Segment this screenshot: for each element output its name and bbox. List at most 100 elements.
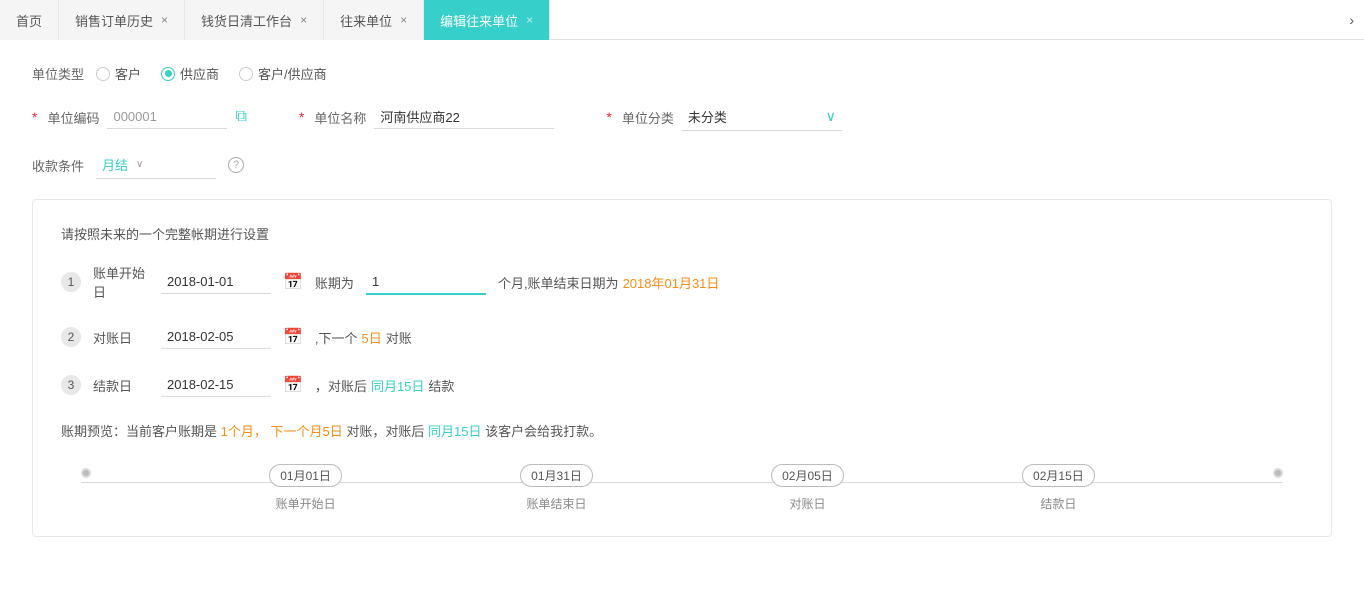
timeline-node-0205: 02月05日 对账日 bbox=[771, 464, 844, 512]
row-label-2: 对账日 bbox=[93, 328, 149, 347]
period-row-3: 3 结款日 📅 ，对账后 同月15日 结款 bbox=[61, 373, 1303, 397]
payment-terms-row: 收款条件 月结 ∨ ? bbox=[32, 151, 1332, 179]
preview-text: 账期预览：当前客户账期是 1个月， 下一个月5日 对账，对账后 同月15日 该客… bbox=[61, 421, 1303, 440]
unit-code-required: * bbox=[32, 109, 37, 125]
timeline-dot-start bbox=[81, 468, 91, 478]
row-label-3: 结款日 bbox=[93, 376, 149, 395]
help-icon[interactable]: ? bbox=[228, 157, 244, 173]
chevron-right-icon: › bbox=[1349, 12, 1354, 28]
timeline-badge-0215: 02月15日 bbox=[1022, 464, 1095, 487]
unit-type-row: 单位类型 客户 供应商 客户/供应商 bbox=[32, 64, 1332, 83]
tab-home[interactable]: 首页 bbox=[0, 0, 59, 40]
preview-end: 该客户会给我打款。 bbox=[485, 424, 602, 439]
preview-reconcile: 下一个月5日 bbox=[271, 424, 343, 439]
timeline-nodes: 01月01日 账单开始日 01月31日 账单结束日 02月05日 对账日 bbox=[81, 464, 1283, 512]
timeline-node-0101: 01月01日 账单开始日 bbox=[269, 464, 342, 512]
period-panel: 请按照未来的一个完整帐期进行设置 1 账单开始日 📅 账期为 个月,账单结束日期… bbox=[32, 199, 1332, 537]
start-date-input[interactable] bbox=[161, 270, 271, 294]
radio-both-label: 客户/供应商 bbox=[258, 64, 327, 83]
radio-supplier[interactable]: 供应商 bbox=[161, 64, 219, 83]
row-1-separator: 账期为 bbox=[315, 273, 354, 292]
tab-more-button[interactable]: › bbox=[1339, 0, 1364, 39]
close-cashflow-icon[interactable]: × bbox=[300, 13, 307, 27]
unit-name-input[interactable] bbox=[374, 105, 554, 129]
unit-category-select[interactable]: 未分类 ∨ bbox=[682, 103, 842, 131]
payment-terms-select[interactable]: 月结 ∨ bbox=[96, 151, 216, 179]
row-1-desc-suffix: 个月,账单结束日期为 2018年01月31日 bbox=[498, 273, 719, 292]
timeline-badge-0131: 01月31日 bbox=[520, 464, 593, 487]
preview-pay: 同月15日 bbox=[428, 424, 481, 439]
payment-day-highlight: 同月15日 bbox=[371, 376, 424, 395]
radio-customer[interactable]: 客户 bbox=[96, 64, 141, 83]
close-edit-partner-icon[interactable]: × bbox=[526, 13, 533, 27]
tab-partner-label: 往来单位 bbox=[340, 11, 392, 30]
tab-home-label: 首页 bbox=[16, 11, 42, 30]
unit-category-value: 未分类 bbox=[688, 107, 727, 126]
row-label-1: 账单开始日 bbox=[93, 263, 149, 301]
reconcile-date-calendar-icon[interactable]: 📅 bbox=[283, 327, 303, 347]
chevron-down-icon: ∨ bbox=[826, 108, 836, 125]
timeline-label-0131: 账单结束日 bbox=[527, 495, 587, 512]
payment-terms-label: 收款条件 bbox=[32, 156, 84, 175]
timeline-start-dot bbox=[81, 468, 91, 478]
unit-info-row: * 单位编码 ⧉ * 单位名称 * 单位分类 未分类 ∨ bbox=[32, 103, 1332, 131]
radio-both[interactable]: 客户/供应商 bbox=[239, 64, 327, 83]
period-row-2: 2 对账日 📅 ,下一个 5日 对账 bbox=[61, 325, 1303, 349]
unit-name-group: * 单位名称 bbox=[299, 105, 554, 129]
timeline-badge-0205: 02月05日 bbox=[771, 464, 844, 487]
timeline-badge-0101: 01月01日 bbox=[269, 464, 342, 487]
unit-name-required: * bbox=[299, 109, 304, 125]
row-2-desc: ,下一个 5日 对账 bbox=[315, 328, 412, 347]
payment-terms-chevron-icon: ∨ bbox=[136, 159, 143, 170]
radio-group-unit-type: 客户 供应商 客户/供应商 bbox=[96, 64, 327, 83]
preview-mid: 对账，对账后 bbox=[346, 424, 424, 439]
unit-code-label: 单位编码 bbox=[47, 108, 99, 127]
end-date-highlight: 2018年01月31日 bbox=[623, 273, 720, 292]
row-num-2: 2 bbox=[61, 327, 81, 347]
reconcile-date-input[interactable] bbox=[161, 325, 271, 349]
tab-cashflow[interactable]: 钱货日清工作台 × bbox=[185, 0, 324, 40]
unit-name-label: 单位名称 bbox=[314, 108, 366, 127]
preview-month: 1个月， bbox=[221, 424, 267, 439]
period-row-1: 1 账单开始日 📅 账期为 个月,账单结束日期为 2018年01月31日 bbox=[61, 263, 1303, 301]
copy-icon[interactable]: ⧉ bbox=[235, 108, 246, 126]
close-sales-history-icon[interactable]: × bbox=[161, 13, 168, 27]
month-input[interactable] bbox=[366, 270, 486, 295]
timeline-end-dot bbox=[1273, 468, 1283, 478]
tab-sales-history[interactable]: 销售订单历史 × bbox=[59, 0, 185, 40]
unit-category-required: * bbox=[606, 109, 611, 125]
panel-hint: 请按照未来的一个完整帐期进行设置 bbox=[61, 224, 1303, 243]
radio-customer-label: 客户 bbox=[115, 64, 141, 83]
timeline: 01月01日 账单开始日 01月31日 账单结束日 02月05日 对账日 bbox=[61, 464, 1303, 512]
row-3-desc: ，对账后 同月15日 结款 bbox=[315, 376, 455, 395]
unit-type-label: 单位类型 bbox=[32, 64, 84, 83]
reconcile-day-highlight: 5日 bbox=[362, 328, 382, 347]
unit-category-label: 单位分类 bbox=[622, 108, 674, 127]
row-num-1: 1 bbox=[61, 272, 81, 292]
timeline-node-0131: 01月31日 账单结束日 bbox=[520, 464, 593, 512]
tab-sales-history-label: 销售订单历史 bbox=[75, 11, 153, 30]
tab-cashflow-label: 钱货日清工作台 bbox=[201, 11, 292, 30]
close-partner-icon[interactable]: × bbox=[400, 13, 407, 27]
tab-edit-partner-label: 编辑往来单位 bbox=[440, 11, 518, 30]
timeline-label-0215: 结款日 bbox=[1040, 495, 1076, 512]
radio-customer-circle bbox=[96, 67, 110, 81]
tab-partner[interactable]: 往来单位 × bbox=[324, 0, 424, 40]
timeline-node-0215: 02月15日 结款日 bbox=[1022, 464, 1095, 512]
payment-terms-value: 月结 bbox=[102, 155, 128, 174]
start-date-calendar-icon[interactable]: 📅 bbox=[283, 272, 303, 292]
radio-supplier-circle bbox=[161, 67, 175, 81]
unit-code-input[interactable] bbox=[107, 105, 227, 129]
unit-category-group: * 单位分类 未分类 ∨ bbox=[606, 103, 841, 131]
radio-both-circle bbox=[239, 67, 253, 81]
unit-code-group: * 单位编码 ⧉ bbox=[32, 105, 247, 129]
page-content: 单位类型 客户 供应商 客户/供应商 * 单位编码 ⧉ * 单位名称 bbox=[0, 40, 1364, 608]
timeline-label-0101: 账单开始日 bbox=[276, 495, 336, 512]
payment-date-calendar-icon[interactable]: 📅 bbox=[283, 375, 303, 395]
tab-edit-partner[interactable]: 编辑往来单位 × bbox=[424, 0, 550, 40]
timeline-dot-end bbox=[1273, 468, 1283, 478]
payment-date-input[interactable] bbox=[161, 373, 271, 397]
timeline-label-0205: 对账日 bbox=[789, 495, 825, 512]
radio-supplier-label: 供应商 bbox=[180, 64, 219, 83]
row-num-3: 3 bbox=[61, 375, 81, 395]
